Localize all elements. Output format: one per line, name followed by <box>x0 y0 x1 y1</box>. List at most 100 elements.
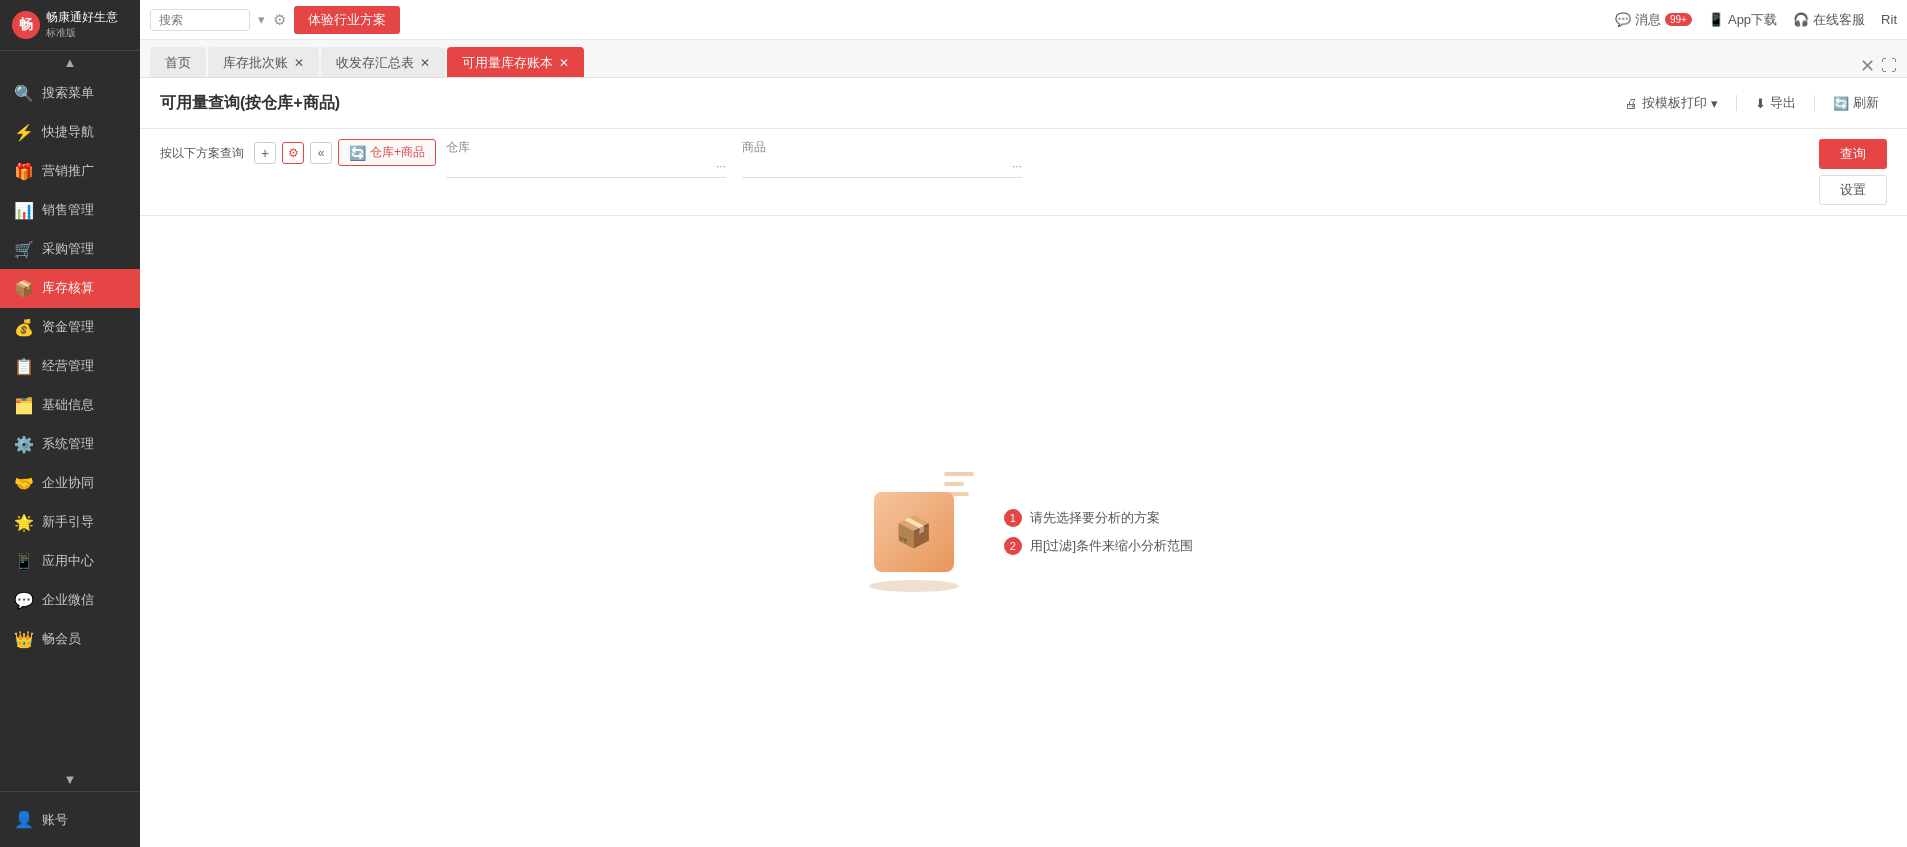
tabbar: 首页 库存批次账 ✕ 收发存汇总表 ✕ 可用量库存账本 ✕ ✕ ⛶ <box>140 40 1907 78</box>
sidebar-bottom: 👤 账号 <box>0 791 140 847</box>
solution-button[interactable]: 体验行业方案 <box>294 6 400 34</box>
sidebar-item-sales[interactable]: 📊销售管理 <box>0 191 140 230</box>
sidebar-item-finance[interactable]: 💰资金管理 <box>0 308 140 347</box>
message-button[interactable]: 💬 消息 99+ <box>1615 11 1692 29</box>
empty-tips: 1 请先选择要分析的方案 2 用[过滤]条件来缩小分析范围 <box>1004 509 1193 555</box>
marketing-icon: 🎁 <box>14 162 34 181</box>
sidebar-item-system[interactable]: ⚙️系统管理 <box>0 425 140 464</box>
main-area: ▾ ⚙ 体验行业方案 💬 消息 99+ 📱 App下载 🎧 在线客服 Rit <box>140 0 1907 847</box>
inventory-icon: 📦 <box>14 279 34 298</box>
scheme-warehouse-product[interactable]: 🔄 仓库+商品 <box>338 139 436 166</box>
page-content: 可用量查询(按仓库+商品) 🖨 按模板打印 ▾ ⬇ 导出 🔄 刷新 <box>140 78 1907 847</box>
app-badge: 标准版 <box>46 26 118 40</box>
sidebar-item-member[interactable]: 👑畅会员 <box>0 620 140 659</box>
warehouse-filter-field: 仓库 ··· <box>446 139 726 178</box>
topbar: ▾ ⚙ 体验行业方案 💬 消息 99+ 📱 App下载 🎧 在线客服 Rit <box>140 0 1907 40</box>
purchase-icon: 🛒 <box>14 240 34 259</box>
print-dropdown-icon: ▾ <box>1711 96 1718 111</box>
sidebar-item-wechat[interactable]: 💬企业微信 <box>0 581 140 620</box>
tab-close-available[interactable]: ✕ <box>559 56 569 70</box>
dropdown-arrow-icon[interactable]: ▾ <box>258 12 265 27</box>
empty-tip-2: 2 用[过滤]条件来缩小分析范围 <box>1004 537 1193 555</box>
message-icon: 💬 <box>1615 12 1631 27</box>
apps-icon: 📱 <box>14 552 34 571</box>
search-icon: 🔍 <box>14 84 34 103</box>
profile-icon: 👤 <box>14 810 34 829</box>
sidebar-item-profile[interactable]: 👤 账号 <box>0 800 140 839</box>
finance-icon: 💰 <box>14 318 34 337</box>
enterprise-icon: 🤝 <box>14 474 34 493</box>
tab-available[interactable]: 可用量库存账本 ✕ <box>447 47 584 77</box>
empty-state: 📦 1 请先选择要分析的方案 2 用[过滤]条件来缩小分析范围 <box>140 216 1907 847</box>
tab-summary[interactable]: 收发存汇总表 ✕ <box>321 47 445 77</box>
refresh-button[interactable]: 🔄 刷新 <box>1825 90 1887 116</box>
query-button[interactable]: 查询 <box>1819 139 1887 169</box>
export-button[interactable]: ⬇ 导出 <box>1747 90 1804 116</box>
sidebar-item-basic[interactable]: 🗂️基础信息 <box>0 386 140 425</box>
sales-icon: 📊 <box>14 201 34 220</box>
filter-area: 按以下方案查询 + ⚙ « 🔄 仓库+商品 仓库 ··· <box>140 129 1907 216</box>
filter-schemes: + ⚙ « 🔄 仓库+商品 <box>254 139 436 166</box>
tab-close-batch[interactable]: ✕ <box>294 56 304 70</box>
shortcut-icon: ⚡ <box>14 123 34 142</box>
collapse-scheme-button[interactable]: « <box>310 142 332 164</box>
filter-actions: 查询 设置 <box>1819 139 1887 205</box>
sidebar-item-shortcut[interactable]: ⚡快捷导航 <box>0 113 140 152</box>
sidebar-item-enterprise[interactable]: 🤝企业协同 <box>0 464 140 503</box>
warehouse-input[interactable] <box>446 158 712 173</box>
wechat-icon: 💬 <box>14 591 34 610</box>
expand-tab-button[interactable]: ⛶ <box>1881 57 1897 75</box>
close-tab-button[interactable]: ✕ <box>1860 55 1875 77</box>
page-header: 可用量查询(按仓库+商品) 🖨 按模板打印 ▾ ⬇ 导出 🔄 刷新 <box>140 78 1907 129</box>
sidebar-item-purchase[interactable]: 🛒采购管理 <box>0 230 140 269</box>
app-name: 畅康通好生意 <box>46 10 118 26</box>
app-download-button[interactable]: 📱 App下载 <box>1708 11 1777 29</box>
empty-tip-1: 1 请先选择要分析的方案 <box>1004 509 1193 527</box>
gear-icon[interactable]: ⚙ <box>273 11 286 29</box>
export-icon: ⬇ <box>1755 96 1766 111</box>
config-scheme-button[interactable]: ⚙ <box>282 142 304 164</box>
message-badge: 99+ <box>1665 13 1692 26</box>
search-input[interactable] <box>150 9 250 31</box>
product-filter-field: 商品 ··· <box>742 139 1022 178</box>
online-service-button[interactable]: 🎧 在线客服 <box>1793 11 1865 29</box>
basic-icon: 🗂️ <box>14 396 34 415</box>
tab-home[interactable]: 首页 <box>150 47 206 77</box>
guide-icon: 🌟 <box>14 513 34 532</box>
sidebar-item-marketing[interactable]: 🎁营销推广 <box>0 152 140 191</box>
operation-icon: 📋 <box>14 357 34 376</box>
product-input[interactable] <box>742 158 1008 173</box>
divider2 <box>1814 95 1815 111</box>
sidebar: 畅 畅康通好生意 标准版 ▲ 🔍搜索菜单⚡快捷导航🎁营销推广📊销售管理🛒采购管理… <box>0 0 140 847</box>
sidebar-scroll-down[interactable]: ▼ <box>0 768 140 791</box>
print-icon: 🖨 <box>1625 96 1638 111</box>
phone-icon: 📱 <box>1708 12 1724 27</box>
sidebar-logo: 畅 畅康通好生意 标准版 <box>0 0 140 51</box>
sidebar-nav: 🔍搜索菜单⚡快捷导航🎁营销推广📊销售管理🛒采购管理📦库存核算💰资金管理📋经营管理… <box>0 74 140 768</box>
sidebar-item-search[interactable]: 🔍搜索菜单 <box>0 74 140 113</box>
empty-illustration: 📦 <box>854 472 974 592</box>
sidebar-scroll-up[interactable]: ▲ <box>0 51 140 74</box>
refresh-icon: 🔄 <box>1833 96 1849 111</box>
product-more-button[interactable]: ··· <box>1012 159 1022 173</box>
filter-fields: 仓库 ··· 商品 ··· <box>446 139 1809 178</box>
sidebar-item-operation[interactable]: 📋经营管理 <box>0 347 140 386</box>
warehouse-more-button[interactable]: ··· <box>716 159 726 173</box>
user-menu[interactable]: Rit <box>1881 12 1897 27</box>
logo-icon: 畅 <box>12 11 40 39</box>
sidebar-item-inventory[interactable]: 📦库存核算 <box>0 269 140 308</box>
sidebar-item-apps[interactable]: 📱应用中心 <box>0 542 140 581</box>
settings-button[interactable]: 设置 <box>1819 175 1887 205</box>
system-icon: ⚙️ <box>14 435 34 454</box>
member-icon: 👑 <box>14 630 34 649</box>
page-title: 可用量查询(按仓库+商品) <box>160 93 340 114</box>
sidebar-item-guide[interactable]: 🌟新手引导 <box>0 503 140 542</box>
tab-close-summary[interactable]: ✕ <box>420 56 430 70</box>
add-scheme-button[interactable]: + <box>254 142 276 164</box>
divider <box>1736 95 1737 111</box>
scheme-icon: 🔄 <box>349 145 366 161</box>
tab-batch[interactable]: 库存批次账 ✕ <box>208 47 319 77</box>
headset-icon: 🎧 <box>1793 12 1809 27</box>
print-template-button[interactable]: 🖨 按模板打印 ▾ <box>1617 90 1726 116</box>
filter-label: 按以下方案查询 <box>160 145 244 162</box>
